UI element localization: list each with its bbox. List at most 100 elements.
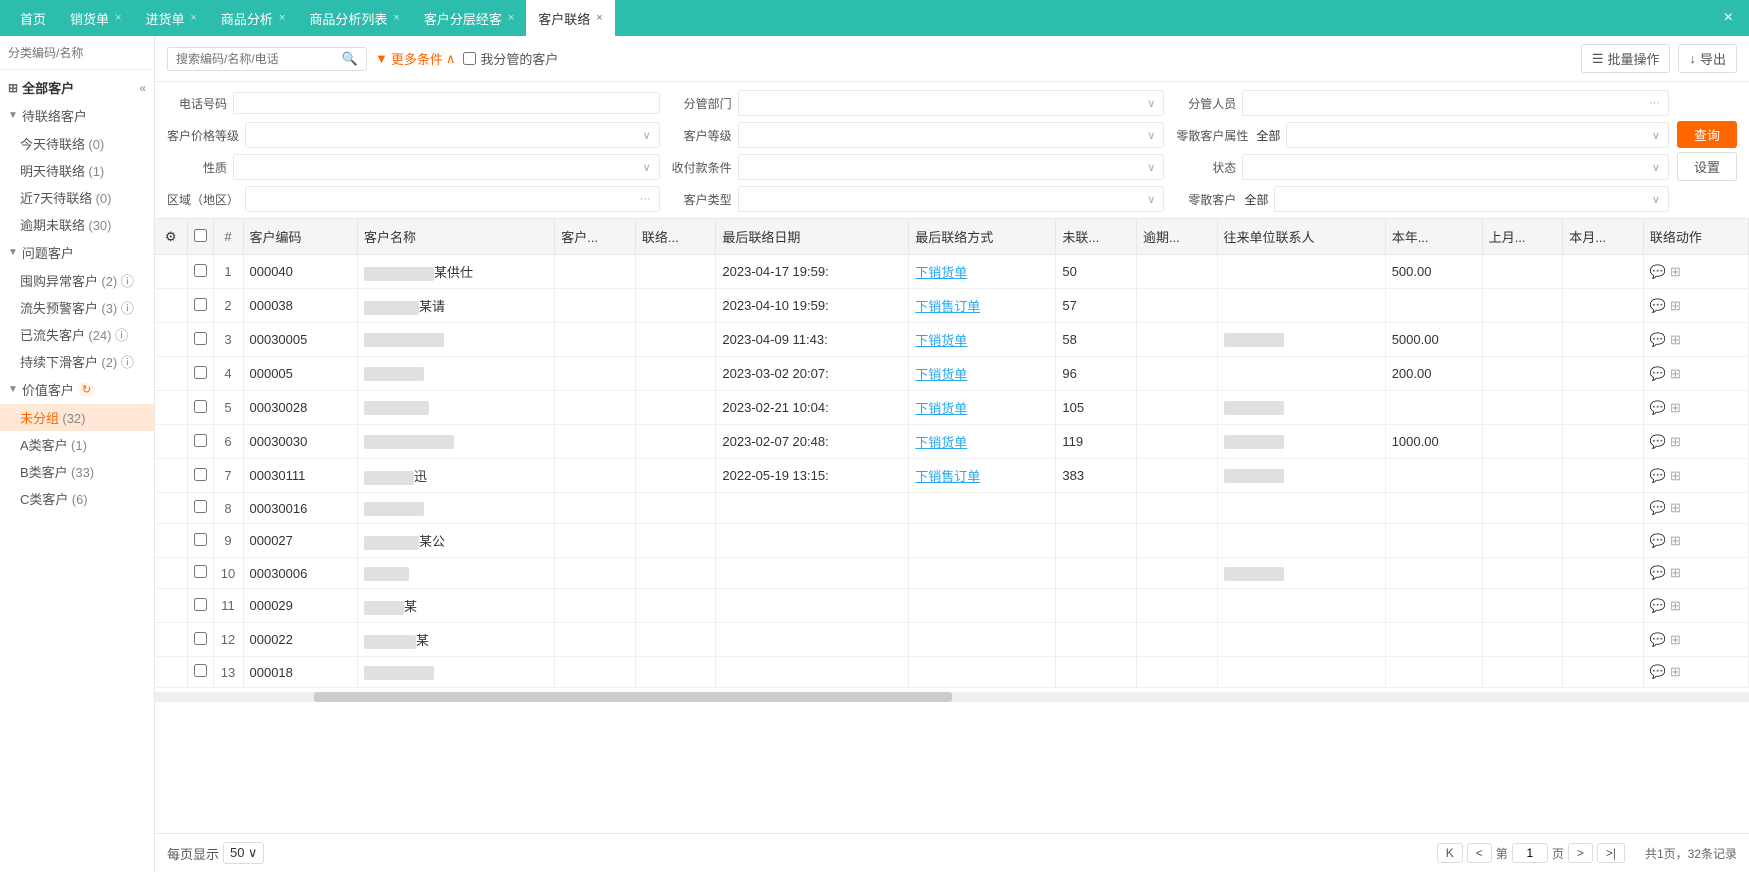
th-contact-person[interactable]: 往来单位联系人: [1217, 219, 1385, 255]
prev-page-btn[interactable]: <: [1467, 843, 1492, 863]
chat-icon[interactable]: 💬: [1650, 434, 1666, 450]
grid-action-icon[interactable]: ⊞: [1670, 264, 1681, 280]
th-this-year[interactable]: 本年...: [1385, 219, 1482, 255]
manager-select[interactable]: ···: [1242, 90, 1669, 116]
th-check[interactable]: [187, 219, 213, 255]
my-customer-check[interactable]: 我分管的客户: [463, 49, 558, 68]
all-customers-section[interactable]: ⊞ 全部客户 «: [0, 70, 154, 101]
grid-action-icon[interactable]: ⊞: [1670, 565, 1681, 581]
status-select[interactable]: ∨: [1242, 154, 1669, 180]
chat-icon[interactable]: 💬: [1650, 565, 1666, 581]
close-purchase-tab[interactable]: ×: [190, 12, 196, 24]
tab-customer-contact[interactable]: 客户联络 ×: [526, 0, 614, 36]
sidebar-search-input[interactable]: [8, 46, 155, 60]
grid-action-icon[interactable]: ⊞: [1670, 468, 1681, 484]
row-last-contact-method[interactable]: [909, 524, 1056, 558]
search-icon[interactable]: 🔍: [342, 51, 358, 67]
row-checkbox[interactable]: [187, 558, 213, 589]
chat-icon[interactable]: 💬: [1650, 298, 1666, 314]
grid-action-icon[interactable]: ⊞: [1670, 434, 1681, 450]
last-page-btn[interactable]: >|: [1597, 843, 1625, 863]
collapse-btn[interactable]: «: [139, 81, 146, 95]
payment-select[interactable]: ∨: [738, 154, 1165, 180]
row-last-contact-method[interactable]: [909, 558, 1056, 589]
grid-action-icon[interactable]: ⊞: [1670, 400, 1681, 416]
table-scrollbar[interactable]: [155, 692, 1749, 702]
chat-icon[interactable]: 💬: [1650, 366, 1666, 382]
row-last-contact-method[interactable]: [909, 589, 1056, 623]
row-last-contact-method[interactable]: [909, 493, 1056, 524]
row-checkbox[interactable]: [187, 289, 213, 323]
sidebar-item-churned[interactable]: 已流失客户 (24) ⓘ: [0, 321, 154, 348]
row-checkbox[interactable]: [187, 589, 213, 623]
last-contact-method-link[interactable]: 下销货单: [915, 401, 967, 416]
row-checkbox[interactable]: [187, 357, 213, 391]
next-page-btn[interactable]: >: [1568, 843, 1593, 863]
row-checkbox[interactable]: [187, 623, 213, 657]
th-last-contact-date[interactable]: 最后联络日期: [716, 219, 909, 255]
close-window-btn[interactable]: ×: [1716, 9, 1741, 27]
close-sales-tab[interactable]: ×: [115, 12, 121, 24]
retail-customer-select[interactable]: ∨: [1274, 186, 1669, 212]
row-checkbox[interactable]: [187, 425, 213, 459]
tab-goods-analysis-list[interactable]: 商品分析列表 ×: [297, 0, 411, 36]
tab-purchase[interactable]: 进货单 ×: [133, 0, 208, 36]
sidebar-item-abnormal-purchase[interactable]: 囤购异常客户 (2) ⓘ: [0, 267, 154, 294]
th-overdue[interactable]: 逾期...: [1136, 219, 1217, 255]
sidebar-item-declining[interactable]: 持续下滑客户 (2) ⓘ: [0, 348, 154, 375]
grid-action-icon[interactable]: ⊞: [1670, 533, 1681, 549]
value-refresh-badge[interactable]: ↻: [78, 383, 95, 396]
group-problem-customer[interactable]: ▼ 问题客户: [0, 238, 154, 267]
grid-action-icon[interactable]: ⊞: [1670, 332, 1681, 348]
th-last-month[interactable]: 上月...: [1482, 219, 1563, 255]
batch-op-btn[interactable]: ☰ 批量操作: [1581, 44, 1671, 73]
chat-icon[interactable]: 💬: [1650, 264, 1666, 280]
row-last-contact-method[interactable]: [909, 623, 1056, 657]
phone-input[interactable]: [233, 92, 660, 114]
tab-customer-segment[interactable]: 客户分层经客 ×: [412, 0, 526, 36]
customer-level-select[interactable]: ∨: [738, 122, 1165, 148]
grid-action-icon[interactable]: ⊞: [1670, 298, 1681, 314]
reset-btn[interactable]: 设置: [1677, 152, 1737, 181]
sidebar-item-class-c[interactable]: C类客户 (6): [0, 485, 154, 512]
last-contact-method-link[interactable]: 下销售订单: [915, 469, 980, 484]
row-checkbox[interactable]: [187, 459, 213, 493]
chat-icon[interactable]: 💬: [1650, 598, 1666, 614]
tab-goods-analysis[interactable]: 商品分析 ×: [209, 0, 297, 36]
tab-sales[interactable]: 销货单 ×: [58, 0, 133, 36]
last-contact-method-link[interactable]: 下销货单: [915, 367, 967, 382]
first-page-btn[interactable]: K: [1437, 843, 1463, 863]
row-checkbox[interactable]: [187, 657, 213, 688]
sidebar-item-class-a[interactable]: A类客户 (1): [0, 431, 154, 458]
close-customer-contact-tab[interactable]: ×: [596, 12, 602, 24]
grid-action-icon[interactable]: ⊞: [1670, 366, 1681, 382]
row-last-contact-method[interactable]: 下销货单: [909, 255, 1056, 289]
query-btn[interactable]: 查询: [1677, 121, 1737, 148]
row-last-contact-method[interactable]: 下销售订单: [909, 289, 1056, 323]
nature-select[interactable]: ∨: [233, 154, 660, 180]
th-this-month[interactable]: 本月...: [1563, 219, 1644, 255]
last-contact-method-link[interactable]: 下销货单: [915, 435, 967, 450]
group-value-customer[interactable]: ▼ 价值客户 ↻: [0, 375, 154, 404]
grid-action-icon[interactable]: ⊞: [1670, 500, 1681, 516]
page-size-box[interactable]: 50 ∨: [223, 842, 264, 864]
th-type[interactable]: 客户...: [555, 219, 636, 255]
sidebar-item-class-b[interactable]: B类客户 (33): [0, 458, 154, 485]
sidebar-item-unclassified[interactable]: 未分组 (32): [0, 404, 154, 431]
grid-action-icon[interactable]: ⊞: [1670, 664, 1681, 680]
th-contact[interactable]: 联络...: [635, 219, 716, 255]
scrollbar-thumb[interactable]: [314, 692, 952, 702]
price-level-select[interactable]: ∨: [245, 122, 660, 148]
close-goods-analysis-tab[interactable]: ×: [279, 12, 285, 24]
grid-action-icon[interactable]: ⊞: [1670, 598, 1681, 614]
th-settings[interactable]: ⚙: [155, 219, 187, 255]
page-number-input[interactable]: [1512, 843, 1548, 863]
row-last-contact-method[interactable]: 下销售订单: [909, 459, 1056, 493]
tab-home[interactable]: 首页: [8, 0, 58, 36]
dept-select[interactable]: ∨: [738, 90, 1165, 116]
group-pending-contact[interactable]: ▼ 待联络客户: [0, 101, 154, 130]
row-checkbox[interactable]: [187, 255, 213, 289]
chat-icon[interactable]: 💬: [1650, 400, 1666, 416]
my-customer-checkbox[interactable]: [463, 52, 476, 65]
last-contact-method-link[interactable]: 下销售订单: [915, 299, 980, 314]
